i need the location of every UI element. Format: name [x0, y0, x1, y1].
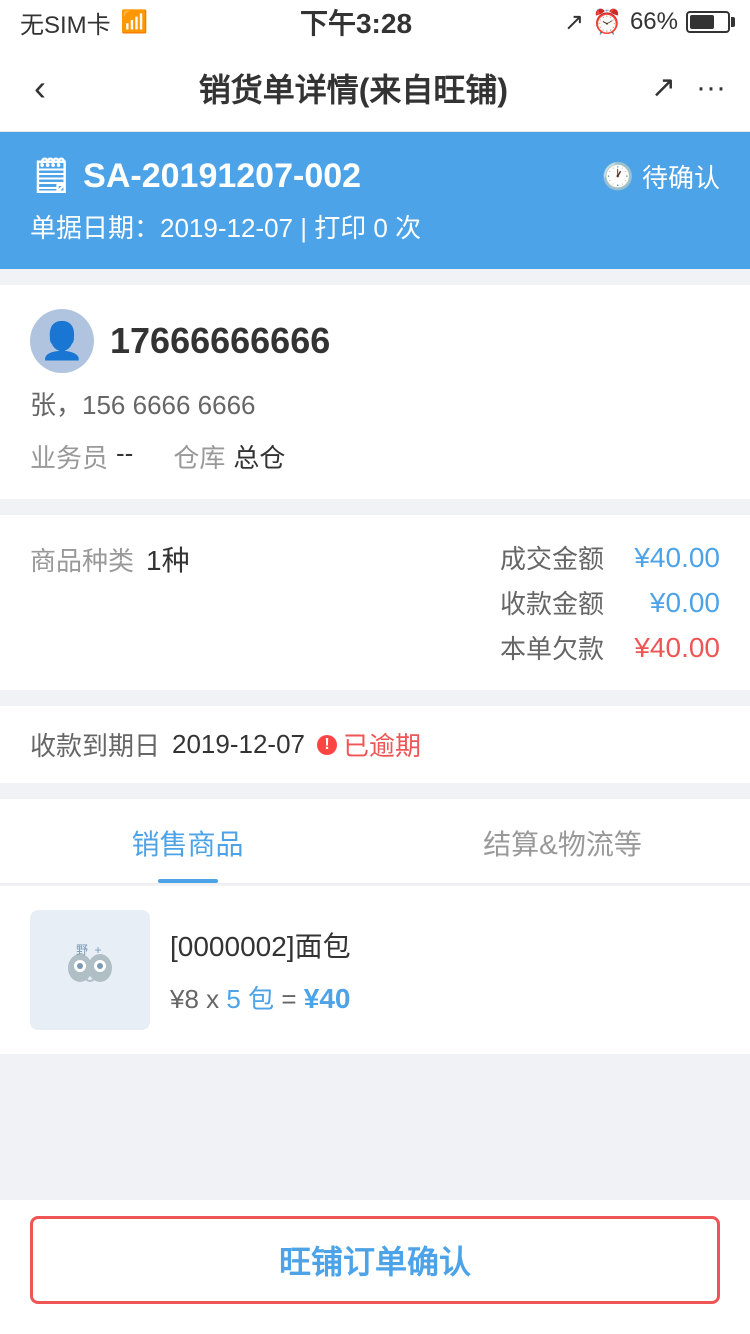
back-button[interactable]: ‹ [24, 57, 56, 119]
warehouse-value: 总仓 [233, 438, 285, 475]
owed-label: 本单欠款 [500, 629, 604, 666]
customer-phone: 17666666666 [110, 320, 330, 362]
warehouse-label: 仓库 [173, 438, 225, 475]
status-clock-icon: 🕐 [602, 161, 634, 192]
product-price: ¥8 x 5 包 = ¥40 [170, 979, 720, 1016]
battery-text: 66% [630, 8, 678, 36]
svg-text:野: 野 [76, 943, 88, 957]
overdue-icon: ! [317, 735, 337, 755]
total-value: ¥40 [304, 983, 351, 1014]
customer-card: 👤 17666666666 张，156 6666 6666 业务员 -- 仓库 … [0, 285, 750, 499]
product-info: [0000002]面包 ¥8 x 5 包 = ¥40 [170, 925, 720, 1016]
wifi-icon: 📶 [121, 9, 148, 35]
due-card: 收款到期日 2019-12-07 ! 已逾期 [0, 706, 750, 783]
owed-amount-row: 本单欠款 ¥40.00 [500, 629, 720, 666]
received-amount-row: 收款金额 ¥0.00 [500, 584, 720, 621]
summary-left: 商品种类 1种 [30, 539, 190, 579]
owed-value: ¥40.00 [620, 632, 720, 664]
order-number: 🗒 SA-20191207-002 [30, 156, 361, 196]
status-time: 下午3:28 [300, 2, 412, 42]
order-header: 🗒 SA-20191207-002 🕐 待确认 单据日期：2019-12-07 … [0, 132, 750, 269]
bottom-bar: 旺铺订单确认 [0, 1200, 750, 1334]
confirm-order-button[interactable]: 旺铺订单确认 [30, 1216, 720, 1304]
salesman-label: 业务员 [30, 438, 108, 475]
carrier-text: 无SIM卡 [20, 5, 111, 40]
battery-icon [686, 11, 730, 33]
received-value: ¥0.00 [620, 587, 720, 619]
unit-value: 包 [248, 984, 274, 1014]
price-value: ¥8 [170, 984, 199, 1014]
product-thumb-icon: 野 + [60, 940, 120, 1000]
received-label: 收款金额 [500, 584, 604, 621]
status-right: ↗ ⏰ 66% [564, 8, 730, 37]
overdue-badge: ! 已逾期 [317, 726, 421, 763]
svg-text:+: + [94, 943, 101, 957]
overdue-text: 已逾期 [343, 726, 421, 763]
transaction-amount-row: 成交金额 ¥40.00 [500, 539, 720, 576]
equals: = [281, 984, 303, 1014]
avatar: 👤 [30, 309, 94, 373]
nav-bar: ‹ 销货单详情(来自旺铺) ↗ ··· [0, 44, 750, 132]
tab-products[interactable]: 销售商品 [0, 799, 375, 883]
transaction-value: ¥40.00 [620, 542, 720, 574]
alarm-icon: ⏰ [592, 8, 622, 37]
salesman-value: -- [116, 438, 133, 475]
product-name: [0000002]面包 [170, 925, 720, 965]
kind-label: 商品种类 [30, 541, 134, 578]
price-separator: x [206, 984, 226, 1014]
status-bar: 无SIM卡 📶 下午3:28 ↗ ⏰ 66% [0, 0, 750, 44]
order-date: 单据日期：2019-12-07 | 打印 0 次 [30, 208, 720, 245]
products-section: 野 + [0000002]面包 ¥8 x 5 包 = ¥40 [0, 886, 750, 1054]
status-text: 待确认 [642, 158, 720, 195]
more-button[interactable]: ··· [696, 71, 726, 105]
qty-value: 5 [226, 984, 240, 1014]
due-date-value: 2019-12-07 [172, 729, 305, 760]
order-status: 🕐 待确认 [602, 158, 720, 195]
product-kind: 商品种类 1种 [30, 539, 190, 579]
transaction-label: 成交金额 [500, 539, 604, 576]
location-icon: ↗ [564, 8, 584, 37]
nav-actions: ↗ ··· [651, 70, 726, 105]
due-label: 收款到期日 [30, 726, 160, 763]
tabs-bar: 销售商品 结算&物流等 [0, 799, 750, 884]
page-title: 销货单详情(来自旺铺) [199, 65, 508, 111]
product-item: 野 + [0000002]面包 ¥8 x 5 包 = ¥40 [0, 886, 750, 1054]
summary-right: 成交金额 ¥40.00 收款金额 ¥0.00 本单欠款 ¥40.00 [500, 539, 720, 666]
product-thumbnail: 野 + [30, 910, 150, 1030]
status-left: 无SIM卡 📶 [20, 5, 148, 40]
tab-settlement[interactable]: 结算&物流等 [375, 799, 750, 883]
customer-name: 张，156 6666 6666 [30, 385, 720, 422]
kind-value: 1种 [146, 539, 190, 579]
customer-meta: 业务员 -- 仓库 总仓 [30, 438, 720, 475]
share-button[interactable]: ↗ [651, 70, 676, 105]
avatar-icon: 👤 [40, 320, 85, 362]
summary-card: 商品种类 1种 成交金额 ¥40.00 收款金额 ¥0.00 本单欠款 ¥40.… [0, 515, 750, 690]
order-icon: 🗒 [30, 156, 73, 196]
